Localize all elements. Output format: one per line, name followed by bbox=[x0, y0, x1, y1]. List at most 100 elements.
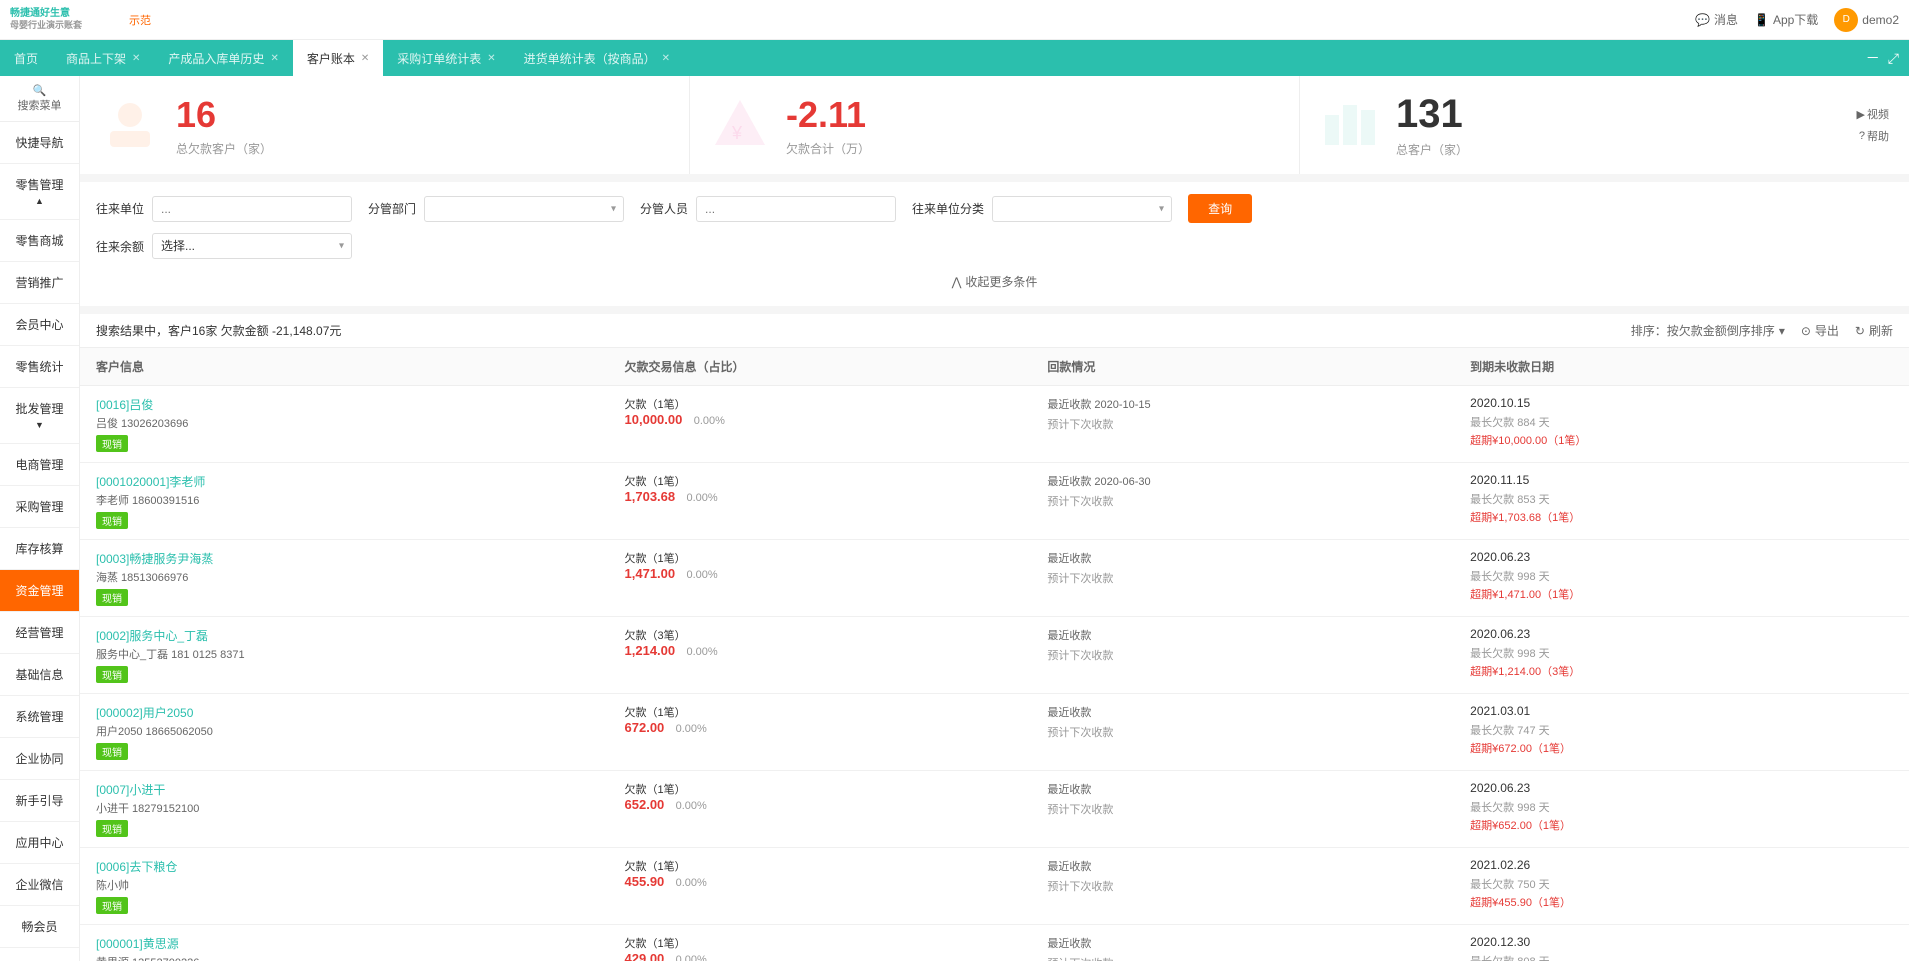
overdue-amount-5[interactable]: 超期¥652.00（1笔） bbox=[1470, 817, 1893, 833]
due-date-7: 2020.12.30 bbox=[1470, 935, 1893, 949]
debt-info-6: 欠款（1笔） 455.90 0.00% bbox=[625, 858, 1048, 914]
overdue-amount-1[interactable]: 超期¥1,703.68（1笔） bbox=[1470, 509, 1893, 525]
recent-payment-3: 最近收款 bbox=[1047, 627, 1470, 643]
sidebar-item-system[interactable]: 系统管理 bbox=[0, 696, 79, 738]
overdue-amount-6[interactable]: 超期¥455.90（1笔） bbox=[1470, 894, 1893, 910]
overdue-amount-2[interactable]: 超期¥1,471.00（1笔） bbox=[1470, 586, 1893, 602]
stat-total-customers: 131 总客户（家） ▶ 视频 ? 帮助 bbox=[1300, 76, 1909, 174]
logo-area: 畅捷通好生意 母婴行业演示账套 bbox=[10, 8, 90, 31]
customer-name-0[interactable]: [0016]吕俊 bbox=[96, 396, 625, 413]
recent-payment-5: 最近收款 bbox=[1047, 781, 1470, 797]
debt-desc-7: 欠款（1笔） bbox=[625, 935, 1048, 951]
debt-percent-4: 0.00% bbox=[676, 723, 707, 735]
debt-amount-row-7: 429.00 0.00% bbox=[625, 951, 1048, 961]
user-area[interactable]: D demo2 bbox=[1834, 8, 1899, 32]
debt-amount-1: 1,703.68 bbox=[625, 489, 676, 504]
overdue-days-4: 最长欠款 747 天 bbox=[1470, 722, 1893, 738]
customer-name-7[interactable]: [000001]黄思源 bbox=[96, 935, 625, 952]
sidebar-item-quick-nav[interactable]: 快捷导航 bbox=[0, 122, 79, 164]
customer-name-4[interactable]: [000002]用户2050 bbox=[96, 704, 625, 721]
tab-inbound-stat[interactable]: 进货单统计表（按商品） ✕ bbox=[510, 40, 684, 76]
recent-payment-1: 最近收款 2020-06-30 bbox=[1047, 473, 1470, 489]
payment-info-1: 最近收款 2020-06-30 预计下次收款 bbox=[1047, 473, 1470, 529]
overdue-amount-0[interactable]: 超期¥10,000.00（1笔） bbox=[1470, 432, 1893, 448]
payment-info-7: 最近收款 预计下次收款 bbox=[1047, 935, 1470, 961]
customer-name-3[interactable]: [0002]服务中心_丁磊 bbox=[96, 627, 625, 644]
tab-product-shelf[interactable]: 商品上下架 ✕ bbox=[52, 40, 154, 76]
col-header-customer: 客户信息 bbox=[96, 358, 625, 375]
source-unit-input[interactable] bbox=[152, 196, 352, 222]
message-btn[interactable]: 💬 消息 bbox=[1695, 11, 1738, 28]
sidebar-item-retail-management[interactable]: 零售管理 ▲ bbox=[0, 164, 79, 220]
filter-row-2: 往来余额 选择... bbox=[96, 233, 1893, 259]
collapse-btn[interactable]: ⋀ 收起更多条件 bbox=[96, 269, 1893, 294]
debt-percent-7: 0.00% bbox=[676, 954, 707, 961]
customer-tag-4: 现销 bbox=[96, 743, 128, 760]
sidebar-item-app-center[interactable]: 应用中心 bbox=[0, 822, 79, 864]
sidebar-item-retail-stats[interactable]: 零售统计 bbox=[0, 346, 79, 388]
table-row: [0006]去下粮仓 陈小帅 现销 欠款（1笔） 455.90 0.00% 最近… bbox=[80, 848, 1909, 925]
sidebar-item-member-center[interactable]: 会员中心 bbox=[0, 304, 79, 346]
tab-purchase-order[interactable]: 采购订单统计表 ✕ bbox=[383, 40, 509, 76]
overdue-days-3: 最长欠款 998 天 bbox=[1470, 645, 1893, 661]
debt-amount-2: 1,471.00 bbox=[625, 566, 676, 581]
tab-production-history[interactable]: 产成品入库单历史 ✕ bbox=[154, 40, 292, 76]
overdue-amount-3[interactable]: 超期¥1,214.00（3笔） bbox=[1470, 663, 1893, 679]
tab-minimize-btn[interactable]: － bbox=[1866, 48, 1880, 68]
app-download-btn[interactable]: 📱 App下载 bbox=[1754, 11, 1818, 28]
sidebar-item-member-vip[interactable]: 畅会员 bbox=[0, 906, 79, 948]
tab-close-purchase-order[interactable]: ✕ bbox=[487, 53, 495, 64]
tab-close-product-shelf[interactable]: ✕ bbox=[132, 53, 140, 64]
sidebar-item-retail-mall[interactable]: 零售商城 bbox=[0, 220, 79, 262]
tab-customer-account[interactable]: 客户账本 ✕ bbox=[293, 40, 383, 76]
debt-desc-5: 欠款（1笔） bbox=[625, 781, 1048, 797]
tab-close-customer-account[interactable]: ✕ bbox=[361, 53, 369, 64]
customer-name-5[interactable]: [0007]小进干 bbox=[96, 781, 625, 798]
sidebar-item-newcomer[interactable]: 新手引导 bbox=[0, 780, 79, 822]
customer-contact-5: 小进干 18279152100 bbox=[96, 800, 625, 816]
overdue-amount-4[interactable]: 超期¥672.00（1笔） bbox=[1470, 740, 1893, 756]
customer-name-2[interactable]: [0003]畅捷服务尹海蒸 bbox=[96, 550, 625, 567]
tab-maximize-btn[interactable]: ⤢ bbox=[1888, 50, 1899, 67]
customer-name-6[interactable]: [0006]去下粮仓 bbox=[96, 858, 625, 875]
sidebar-item-inventory[interactable]: 库存核算 bbox=[0, 528, 79, 570]
sidebar-item-marketing[interactable]: 营销推广 bbox=[0, 262, 79, 304]
debt-amount-3: 1,214.00 bbox=[625, 643, 676, 658]
tab-home[interactable]: 首页 bbox=[0, 40, 52, 76]
export-btn[interactable]: ⊙ 导出 bbox=[1801, 322, 1839, 339]
unit-category-select[interactable] bbox=[992, 196, 1172, 222]
video-btn[interactable]: ▶ 视频 bbox=[1857, 106, 1889, 122]
balance-select[interactable]: 选择... bbox=[152, 233, 352, 259]
brand-badge: 示范 bbox=[90, 12, 190, 28]
manager-label: 分管人员 bbox=[640, 200, 688, 217]
debt-amount-6: 455.90 bbox=[625, 874, 665, 889]
debt-desc-4: 欠款（1笔） bbox=[625, 704, 1048, 720]
main-layout: 🔍 搜索菜单 快捷导航 零售管理 ▲ 零售商城 营销推广 会员中心 零售统计 批… bbox=[0, 76, 1909, 961]
sidebar-item-ecommerce[interactable]: 电商管理 bbox=[0, 444, 79, 486]
table-row: [0001020001]李老师 李老师 18600391516 现销 欠款（1笔… bbox=[80, 463, 1909, 540]
query-button[interactable]: 查询 bbox=[1188, 194, 1252, 223]
customer-contact-2: 海蒸 18513066976 bbox=[96, 569, 625, 585]
sidebar-item-purchase-management[interactable]: 采购管理 bbox=[0, 486, 79, 528]
next-payment-2: 预计下次收款 bbox=[1047, 570, 1470, 586]
sidebar-item-capital[interactable]: 资金管理 bbox=[0, 570, 79, 612]
debt-desc-3: 欠款（3笔） bbox=[625, 627, 1048, 643]
debt-amount-row-5: 652.00 0.00% bbox=[625, 797, 1048, 812]
customer-tag-6: 现销 bbox=[96, 897, 128, 914]
sidebar-item-wecom[interactable]: 企业微信 bbox=[0, 864, 79, 906]
sidebar-search[interactable]: 🔍 搜索菜单 bbox=[0, 76, 79, 122]
help-btn[interactable]: ? 帮助 bbox=[1859, 128, 1889, 144]
sidebar-item-enterprise[interactable]: 企业协同 bbox=[0, 738, 79, 780]
dept-select[interactable] bbox=[424, 196, 624, 222]
tab-close-inbound-stat[interactable]: ✕ bbox=[662, 53, 670, 64]
customer-name-1[interactable]: [0001020001]李老师 bbox=[96, 473, 625, 490]
due-date-4: 2021.03.01 bbox=[1470, 704, 1893, 718]
refresh-btn[interactable]: ↻ 刷新 bbox=[1855, 322, 1893, 339]
sidebar-item-batch-management[interactable]: 批发管理 ▼ bbox=[0, 388, 79, 444]
sidebar-item-basic-info[interactable]: 基础信息 bbox=[0, 654, 79, 696]
source-unit-label: 往来单位 bbox=[96, 200, 144, 217]
tab-close-production-history[interactable]: ✕ bbox=[270, 53, 278, 64]
sidebar-item-operations[interactable]: 经营管理 bbox=[0, 612, 79, 654]
debt-amount-row-2: 1,471.00 0.00% bbox=[625, 566, 1048, 581]
manager-input[interactable] bbox=[696, 196, 896, 222]
